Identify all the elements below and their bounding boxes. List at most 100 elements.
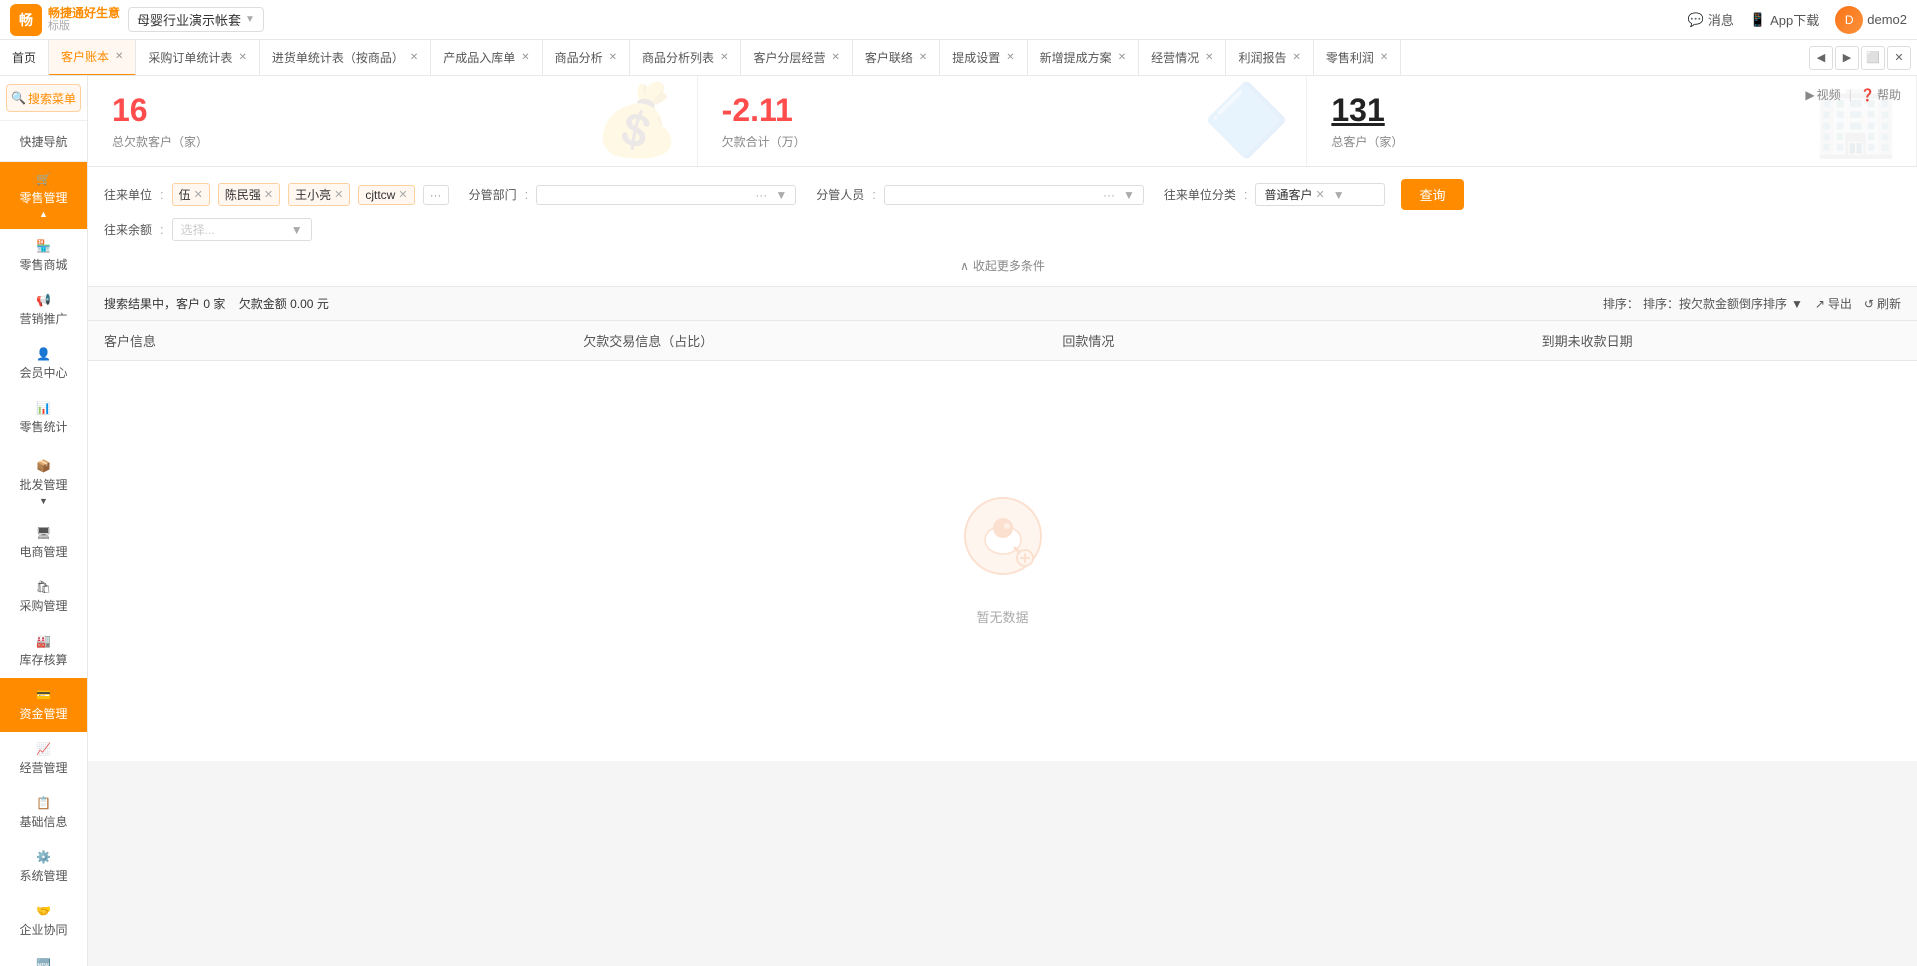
- nav-next-button[interactable]: ▶: [1835, 46, 1859, 70]
- person-select[interactable]: ··· ▼: [884, 185, 1144, 205]
- sidebar-item-purchase[interactable]: 🛍 采购管理: [0, 570, 87, 624]
- user-area[interactable]: D demo2: [1835, 6, 1907, 34]
- export-button[interactable]: ↗ 导出: [1815, 295, 1852, 312]
- tab-retail-profit[interactable]: 零售利润 ✕: [1314, 40, 1401, 76]
- sidebar-item-guide[interactable]: 🆕 新手引导: [0, 948, 87, 966]
- sidebar-item-wholesale-label: 批发管理: [19, 476, 67, 493]
- close-tab-customer-tier[interactable]: ✕: [831, 52, 839, 63]
- tab-product-analysis[interactable]: 商品分析 ✕: [543, 40, 630, 76]
- table-header: 客户信息 欠款交易信息（占比） 回款情况 到期未收款日期: [88, 321, 1917, 361]
- balance-colon: :: [160, 222, 164, 237]
- sidebar-item-finance[interactable]: 💳 资金管理: [0, 678, 87, 732]
- sidebar-item-quick-nav[interactable]: 快捷导航: [0, 125, 87, 157]
- filter-more-tags[interactable]: ···: [423, 185, 449, 205]
- filter-tag-normal-customer[interactable]: 普通客户 ✕: [1264, 186, 1324, 203]
- close-tab-purchase-order[interactable]: ✕: [238, 52, 246, 63]
- tab-operation[interactable]: 经营情况 ✕: [1139, 40, 1226, 76]
- stat-label-customers: 总欠款客户（家）: [112, 133, 673, 150]
- message-button[interactable]: 💬 消息: [1688, 10, 1734, 29]
- close-tab-new-commission[interactable]: ✕: [1118, 52, 1126, 63]
- nav-tabs-end: ◀ ▶ ⬜ ✕: [1803, 46, 1917, 70]
- filter-tag-cjttcw[interactable]: cjttcw ✕: [358, 185, 414, 205]
- app-download-button[interactable]: 📱 App下载: [1750, 10, 1819, 29]
- sort-selector[interactable]: 排序： 排序：按欠款金额倒序排序 ▼: [1603, 295, 1803, 312]
- close-tab-product-analysis[interactable]: ✕: [609, 52, 617, 63]
- close-tab-customer-ledger[interactable]: ✕: [115, 51, 123, 62]
- query-button[interactable]: 查询: [1401, 179, 1463, 210]
- purchase-icon: 🛍: [36, 580, 51, 594]
- sidebar-item-member[interactable]: 👤 会员中心: [0, 337, 87, 391]
- result-space: [229, 297, 236, 311]
- unit-type-select[interactable]: 普通客户 ✕ ▼: [1255, 183, 1385, 206]
- search-result-bar: 搜索结果中，客户 0 家 欠款金额 0.00 元 排序： 排序：按欠款金额倒序排…: [88, 287, 1917, 321]
- person-colon: :: [872, 187, 876, 202]
- refresh-button[interactable]: ↺ 刷新: [1864, 295, 1901, 312]
- sidebar-item-wholesale[interactable]: 📦 批发管理 ▼: [0, 449, 87, 516]
- close-tab-inbound-stats[interactable]: ✕: [410, 52, 418, 63]
- sidebar-item-system[interactable]: ⚙️ 系统管理: [0, 840, 87, 894]
- member-icon: 👤: [36, 347, 51, 361]
- tab-purchase-order[interactable]: 采购订单统计表 ✕: [136, 40, 259, 76]
- tab-profit-report[interactable]: 利润报告 ✕: [1226, 40, 1313, 76]
- remove-tag-chen[interactable]: ✕: [264, 188, 273, 201]
- search-menu-button[interactable]: 🔍 搜索菜单: [6, 84, 81, 112]
- tab-customer-ledger-label: 客户账本: [61, 48, 109, 65]
- sidebar-item-basic-info-label: 基础信息: [19, 813, 67, 830]
- tab-customer-tier[interactable]: 客户分层经营 ✕: [741, 40, 852, 76]
- sidebar-item-retail[interactable]: 🛒 零售管理 ▲: [0, 162, 87, 229]
- close-tab-profit-report[interactable]: ✕: [1293, 52, 1301, 63]
- tab-new-commission[interactable]: 新增提成方案 ✕: [1028, 40, 1139, 76]
- help-link[interactable]: ❓ 帮助: [1860, 86, 1901, 103]
- close-tab-commission-settings[interactable]: ✕: [1006, 52, 1014, 63]
- close-tab-product-inbound[interactable]: ✕: [521, 52, 529, 63]
- filter-tag-wang[interactable]: 王小亮 ✕: [288, 183, 350, 206]
- help-label: 帮助: [1877, 86, 1901, 103]
- sidebar-item-ecommerce[interactable]: 🖥 电商管理: [0, 516, 87, 570]
- nav-prev-button[interactable]: ◀: [1809, 46, 1833, 70]
- result-amount-label: 欠款金额: [239, 297, 287, 311]
- tab-customer-ledger[interactable]: 客户账本 ✕: [49, 40, 136, 76]
- unit-colon: :: [160, 187, 164, 202]
- close-tab-customer-contact[interactable]: ✕: [919, 52, 927, 63]
- close-tab-retail-profit[interactable]: ✕: [1380, 52, 1388, 63]
- video-link[interactable]: ▶ 视频: [1805, 86, 1840, 103]
- filter-tag-chen[interactable]: 陈民强 ✕: [218, 183, 280, 206]
- balance-select[interactable]: 选择... ▼: [172, 218, 312, 241]
- nav-maximize-button[interactable]: ⬜: [1861, 46, 1885, 70]
- remove-tag-wu[interactable]: ✕: [194, 188, 203, 201]
- remove-tag-cjttcw[interactable]: ✕: [398, 188, 407, 201]
- sidebar-item-operation[interactable]: 📈 经营管理: [0, 732, 87, 786]
- username: demo2: [1867, 12, 1907, 27]
- tab-customer-tier-label: 客户分层经营: [753, 49, 825, 66]
- sidebar-item-retail-mall[interactable]: 🏪 零售商城: [0, 229, 87, 283]
- sidebar-item-basic-info[interactable]: 📋 基础信息: [0, 786, 87, 840]
- remove-tag-wang[interactable]: ✕: [334, 188, 343, 201]
- wholesale-chevron-icon: ▼: [39, 496, 48, 506]
- sidebar-item-ecommerce-label: 电商管理: [19, 543, 67, 560]
- tab-product-inbound[interactable]: 产成品入库单 ✕: [431, 40, 542, 76]
- dept-select[interactable]: ··· ▼: [536, 185, 796, 205]
- account-selector[interactable]: 母婴行业演示帐套 ▼: [128, 7, 264, 32]
- sort-prefix: 排序：: [1603, 295, 1639, 312]
- tab-home[interactable]: 首页: [0, 40, 49, 76]
- collapse-button[interactable]: ∧ 收起更多条件: [952, 253, 1053, 278]
- close-tab-operation[interactable]: ✕: [1205, 52, 1213, 63]
- tab-inbound-stats[interactable]: 进货单统计表（按商品） ✕: [260, 40, 431, 76]
- close-tab-product-analysis-list[interactable]: ✕: [720, 52, 728, 63]
- sidebar-search-area: 🔍 搜索菜单: [0, 76, 87, 121]
- logo-text: 畅捷通好生意: [48, 6, 120, 20]
- filter-tag-wu[interactable]: 伍 ✕: [172, 183, 210, 206]
- sidebar-item-marketing[interactable]: 📢 营销推广: [0, 283, 87, 337]
- sidebar-item-retail-stats[interactable]: 📊 零售统计: [0, 391, 87, 445]
- tab-commission-settings[interactable]: 提成设置 ✕: [940, 40, 1027, 76]
- remove-tag-normal[interactable]: ✕: [1316, 188, 1325, 201]
- sidebar-item-inventory[interactable]: 🏭 库存核算: [0, 624, 87, 678]
- tab-product-analysis-list-label: 商品分析列表: [642, 49, 714, 66]
- stat-value-amount: -2.11: [722, 92, 1283, 129]
- sidebar-item-enterprise[interactable]: 🤝 企业协同: [0, 894, 87, 948]
- dept-colon: :: [525, 187, 529, 202]
- nav-close-all-button[interactable]: ✕: [1887, 46, 1911, 70]
- result-count: 0: [203, 297, 210, 311]
- tab-customer-contact[interactable]: 客户联络 ✕: [853, 40, 940, 76]
- tab-product-analysis-list[interactable]: 商品分析列表 ✕: [630, 40, 741, 76]
